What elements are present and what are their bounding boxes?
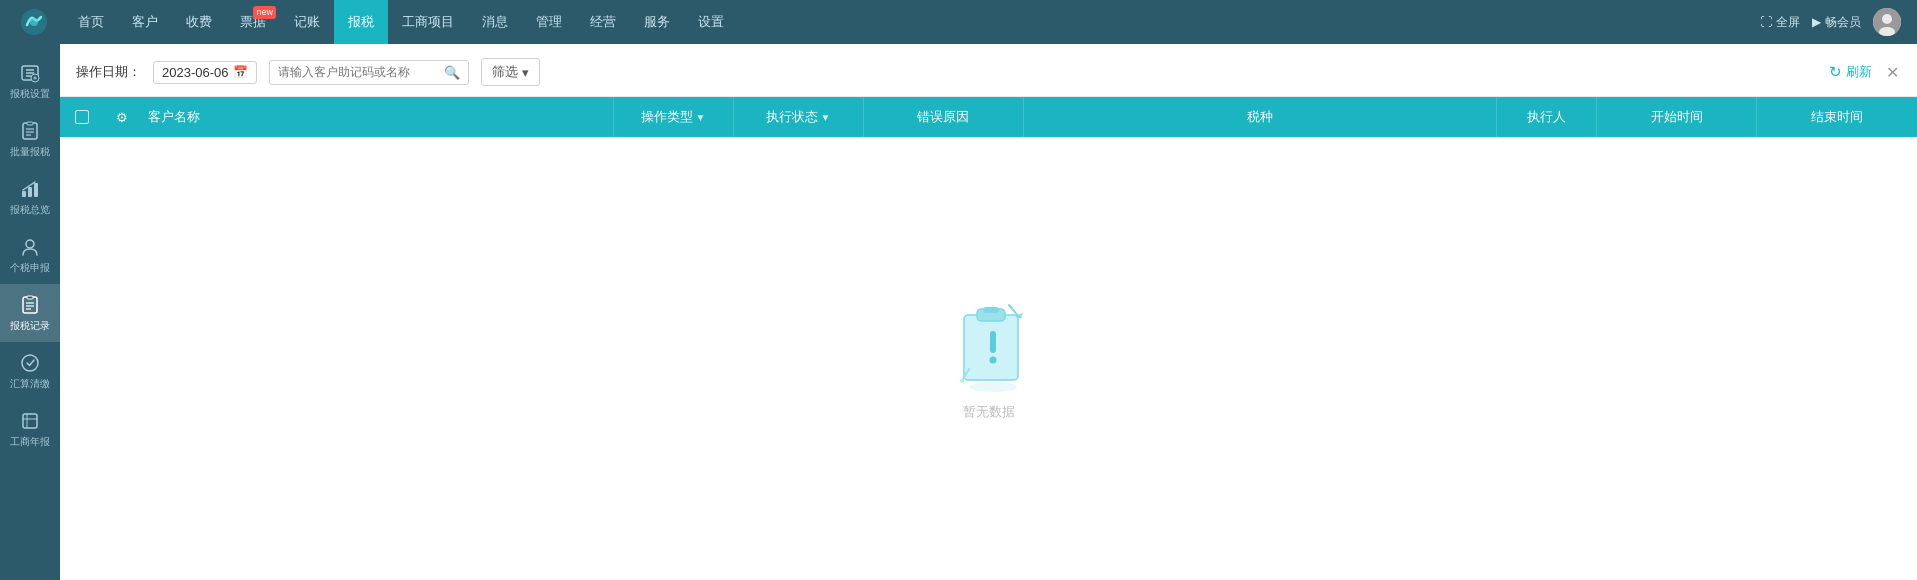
th-executor: 执行人 [1497,97,1597,137]
column-settings-icon[interactable]: ⚙ [104,110,140,125]
th-end-time: 结束时间 [1757,97,1917,137]
nav-item-invoice[interactable]: 票据new [226,0,280,44]
nav-right: ⛶ 全屏 ▶ 畅会员 [1760,8,1901,36]
th-tax-type: 税种 [1024,97,1498,137]
sidebar-item-settlement[interactable]: 汇算清缴 [0,342,60,400]
empty-illustration [949,297,1029,387]
user-avatar[interactable] [1873,8,1901,36]
checkbox-inner[interactable] [75,110,89,124]
settlement-icon [19,352,41,374]
svg-rect-17 [22,191,26,197]
toolbar: 操作日期： 2023-06-06 📅 🔍 筛选 ▾ ↻ 刷新 ✕ [60,44,1917,97]
app-logo[interactable] [16,4,52,40]
nav-item-message[interactable]: 消息 [468,0,522,44]
main-layout: 报税设置批量报税报税总览个税申报报税记录汇算清缴工商年报 操作日期： 2023-… [0,44,1917,580]
refresh-label: 刷新 [1846,63,1872,81]
empty-state: 暂无数据 [60,137,1917,580]
annual-report-icon [19,410,41,432]
svg-point-36 [989,356,996,363]
membership-label: 畅会员 [1825,14,1861,31]
sort-status-icon: ▼ [821,112,831,123]
filter-label: 筛选 [492,63,518,81]
sidebar: 报税设置批量报税报税总览个税申报报税记录汇算清缴工商年报 [0,44,60,580]
filter-button[interactable]: 筛选 ▾ [481,58,540,86]
tax-settings-icon [19,62,41,84]
sidebar-item-label-tax-record: 报税记录 [10,320,50,332]
sidebar-item-annual-report[interactable]: 工商年报 [0,400,60,458]
sidebar-item-tax-overview[interactable]: 报税总览 [0,168,60,226]
nav-item-bookkeeping[interactable]: 记账 [280,0,334,44]
nav-item-service[interactable]: 服务 [630,0,684,44]
svg-point-41 [969,382,1017,392]
personal-tax-icon [19,236,41,258]
svg-point-3 [1882,14,1892,24]
svg-rect-27 [23,414,37,428]
search-input[interactable] [270,61,436,83]
sidebar-item-personal-tax[interactable]: 个税申报 [0,226,60,284]
sidebar-item-label-tax-settings: 报税设置 [10,88,50,100]
th-status[interactable]: 执行状态 ▼ [734,97,864,137]
svg-point-1 [30,18,38,26]
svg-rect-35 [990,331,996,353]
close-button[interactable]: ✕ [1884,61,1901,84]
sidebar-item-label-tax-overview: 报税总览 [10,204,50,216]
nav-item-customer[interactable]: 客户 [118,0,172,44]
svg-point-40 [960,379,964,383]
chevron-down-icon: ▾ [522,65,529,80]
svg-rect-34 [983,307,999,313]
nav-item-fee[interactable]: 收费 [172,0,226,44]
nav-item-operation[interactable]: 经营 [576,0,630,44]
svg-rect-22 [27,296,33,299]
svg-point-26 [22,355,38,371]
nav-item-tax[interactable]: 报税 [334,0,388,44]
svg-point-20 [26,240,34,248]
table-header: ⚙ 客户名称 操作类型 ▼ 执行状态 ▼ 错误原因 税种 [60,97,1917,137]
date-picker[interactable]: 2023-06-06 📅 [153,61,257,84]
tax-record-icon [19,294,41,316]
refresh-icon: ↻ [1829,63,1842,81]
sidebar-item-label-settlement: 汇算清缴 [10,378,50,390]
nav-item-management[interactable]: 管理 [522,0,576,44]
svg-rect-19 [34,183,38,197]
fullscreen-button[interactable]: ⛶ 全屏 [1760,14,1800,31]
top-navigation: 首页客户收费票据new记账报税工商项目消息管理经营服务设置 ⛶ 全屏 ▶ 畅会员 [0,0,1917,44]
nav-items: 首页客户收费票据new记账报税工商项目消息管理经营服务设置 [64,0,1760,44]
th-start-time: 开始时间 [1597,97,1757,137]
th-error: 错误原因 [864,97,1024,137]
sidebar-item-label-personal-tax: 个税申报 [10,262,50,274]
date-value: 2023-06-06 [162,65,229,80]
nav-item-settings[interactable]: 设置 [684,0,738,44]
search-button[interactable]: 🔍 [436,61,468,84]
table-body: 暂无数据 [60,137,1917,580]
batch-tax-icon [19,120,41,142]
sidebar-item-label-batch-tax: 批量报税 [10,146,50,158]
fullscreen-label: 全屏 [1776,14,1800,31]
th-op-type[interactable]: 操作类型 ▼ [614,97,734,137]
sidebar-item-tax-record[interactable]: 报税记录 [0,284,60,342]
membership-button[interactable]: ▶ 畅会员 [1812,14,1861,31]
sidebar-item-label-annual-report: 工商年报 [10,436,50,448]
sidebar-item-batch-tax[interactable]: 批量报税 [0,110,60,168]
th-customer-name: 客户名称 [140,97,614,137]
nav-item-home[interactable]: 首页 [64,0,118,44]
content-area: 操作日期： 2023-06-06 📅 🔍 筛选 ▾ ↻ 刷新 ✕ [60,44,1917,580]
sort-op-type-icon: ▼ [696,112,706,123]
refresh-button[interactable]: ↻ 刷新 [1829,63,1872,81]
empty-text: 暂无数据 [963,403,1015,421]
select-all-checkbox[interactable] [60,110,104,124]
calendar-icon: 📅 [233,65,248,79]
tax-overview-icon [19,178,41,200]
nav-item-business[interactable]: 工商项目 [388,0,468,44]
membership-icon: ▶ [1812,15,1821,29]
badge-new: new [253,6,276,19]
date-label: 操作日期： [76,63,141,81]
search-box: 🔍 [269,60,469,85]
svg-rect-13 [27,122,33,125]
sidebar-item-tax-settings[interactable]: 报税设置 [0,52,60,110]
fullscreen-icon: ⛶ [1760,15,1772,29]
search-icon: 🔍 [444,65,460,80]
svg-rect-18 [28,187,32,197]
table-container: ⚙ 客户名称 操作类型 ▼ 执行状态 ▼ 错误原因 税种 [60,97,1917,580]
